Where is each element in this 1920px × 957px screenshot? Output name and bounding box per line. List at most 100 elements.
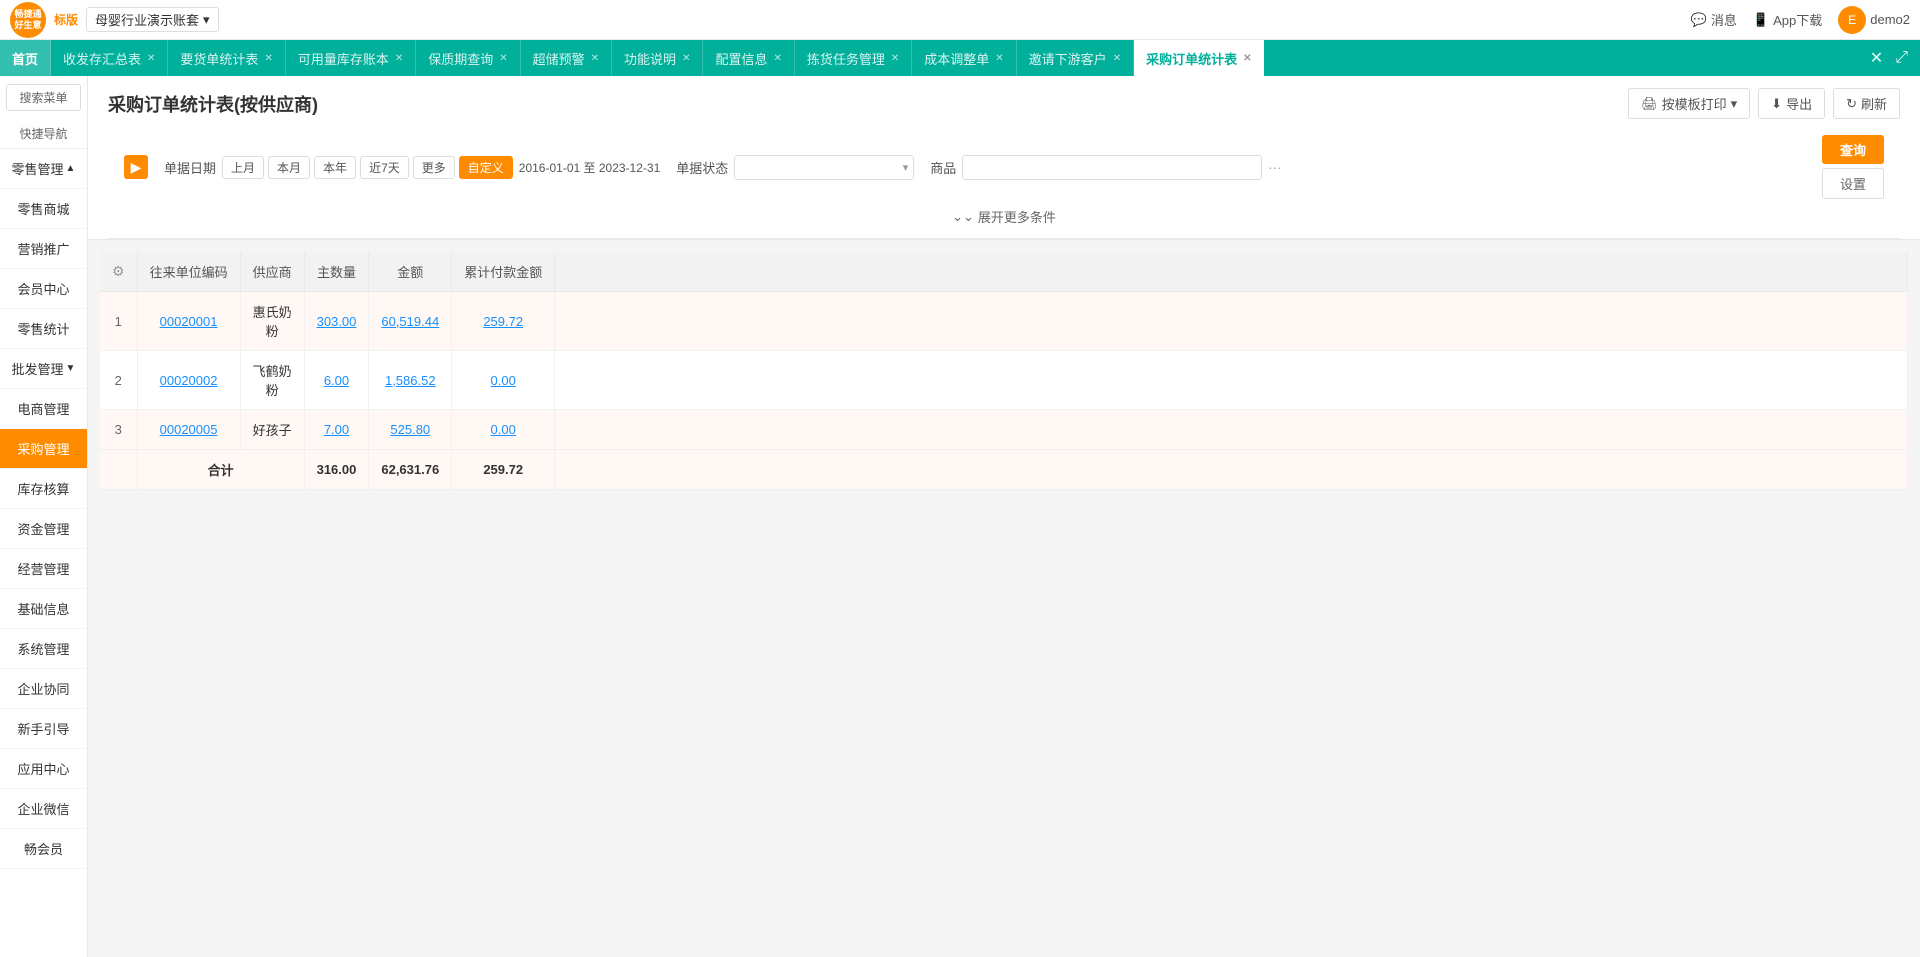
filter-date-this-year[interactable]: 本年 [314,156,356,179]
tab-config-info[interactable]: 配置信息 ✕ [703,40,794,76]
tab-home-label: 首页 [12,49,38,68]
data-table: ⚙ 往来单位编码 供应商 主数量 金额 累计付款金额 1 00020001 [100,252,1908,490]
filter-date-more[interactable]: 更多 [413,156,455,179]
sidebar-item-label: 批发管理 [12,359,64,378]
sidebar-item-ecommerce-mgmt[interactable]: 电商管理 [0,389,87,429]
row-supplier: 飞鹤奶粉 [240,351,304,410]
filter-date-custom[interactable]: 自定义 [459,156,513,179]
tab-close-icon[interactable]: ✕ [1113,53,1121,64]
sidebar-item-vip-member[interactable]: 畅会员 [0,829,87,869]
goods-input-more-icon[interactable]: ··· [1268,160,1281,175]
tab-cost-adjust[interactable]: 成本调整单 ✕ [912,40,1016,76]
column-settings-icon[interactable]: ⚙ [112,263,125,279]
tab-close-icon[interactable]: ✕ [395,53,403,64]
topbar-left: 畅捷通好生意 标版 母婴行业演示账套 ▾ [10,2,219,38]
row-amount[interactable]: 1,586.52 [369,351,452,410]
search-menu-btn[interactable]: 搜索菜单 [6,84,81,111]
tab-close-icon[interactable]: ✕ [773,53,781,64]
refresh-icon: ↻ [1846,96,1857,112]
sidebar-item-basic-info[interactable]: 基础信息 [0,589,87,629]
row-empty [555,351,1908,410]
sidebar-item-inventory-check[interactable]: 库存核算 [0,469,87,509]
sidebar-item-app-center[interactable]: 应用中心 [0,749,87,789]
sidebar-item-wholesale-mgmt[interactable]: 批发管理 ▼ [0,349,87,389]
tab-receive-send[interactable]: 收发存汇总表 ✕ [51,40,168,76]
sidebar-item-enterprise-collab[interactable]: 企业协同 [0,669,87,709]
sidebar-item-new-user-guide[interactable]: 新手引导 [0,709,87,749]
sidebar-item-retail-store[interactable]: 零售商城 [0,189,87,229]
table-footer: 合计 316.00 62,631.76 259.72 [100,450,1908,490]
tab-close-icon[interactable]: ✕ [591,53,599,64]
sidebar-item-retail-stats[interactable]: 零售统计 [0,309,87,349]
row-code[interactable]: 00020001 [137,292,240,351]
messages-btn[interactable]: 💬 消息 [1691,10,1737,29]
quick-nav-btn[interactable]: 快捷导航 [0,119,87,149]
footer-label: 合计 [137,450,304,490]
tab-func-desc[interactable]: 功能说明 ✕ [612,40,703,76]
tab-invite-downstream[interactable]: 邀请下游客户 ✕ [1017,40,1134,76]
tab-close-icon[interactable]: ✕ [995,53,1003,64]
row-amount[interactable]: 60,519.44 [369,292,452,351]
filter-status-wrapper [734,155,914,180]
tab-order-summary[interactable]: 要货单统计表 ✕ [168,40,285,76]
sidebar-item-label: 企业协同 [17,682,69,697]
row-quantity[interactable]: 303.00 [304,292,369,351]
settings-btn[interactable]: 设置 [1822,168,1884,199]
filter-expand-arrow-btn[interactable]: ▶ [124,155,148,179]
filter-status-select[interactable] [734,155,914,180]
row-code[interactable]: 00020005 [137,410,240,450]
tab-close-icon[interactable]: ✕ [147,53,155,64]
sidebar-item-sys-mgmt[interactable]: 系统管理 [0,629,87,669]
user-profile[interactable]: E demo2 [1838,6,1910,34]
table-row: 1 00020001 惠氏奶粉 303.00 60,519.44 259.72 [100,292,1908,351]
expand-more-conditions-btn[interactable]: ⌄⌄ 展开更多条件 [952,207,1056,226]
row-quantity[interactable]: 7.00 [304,410,369,450]
filter-goods-input[interactable] [962,155,1262,180]
sidebar-item-marketing[interactable]: 营销推广 [0,229,87,269]
workspace-dropdown-icon: ▾ [203,12,210,28]
template-print-btn[interactable]: 🖨 按模板打印 ▾ [1628,88,1750,119]
tab-home[interactable]: 首页 [0,40,51,76]
filter-date-last-month[interactable]: 上月 [222,156,264,179]
restore-window-btn[interactable]: ⤢ [1891,45,1912,71]
sidebar-item-enterprise-wechat[interactable]: 企业微信 [0,789,87,829]
tab-close-icon[interactable]: ✕ [682,53,690,64]
sidebar-item-retail-mgmt[interactable]: 零售管理 ▲ [0,149,87,189]
chevron-down-icon: ⌄⌄ [952,209,974,225]
close-all-tabs-btn[interactable]: ✕ [1866,44,1887,72]
footer-empty-2 [555,450,1908,490]
filter-date-this-month[interactable]: 本月 [268,156,310,179]
sidebar-item-member-center[interactable]: 会员中心 [0,269,87,309]
row-quantity[interactable]: 6.00 [304,351,369,410]
tab-overstock[interactable]: 超储预警 ✕ [521,40,612,76]
table-row: 2 00020002 飞鹤奶粉 6.00 1,586.52 0.00 [100,351,1908,410]
content-area: 采购订单统计表(按供应商) 🖨 按模板打印 ▾ ⬇ 导出 ↻ 刷新 [88,76,1920,957]
tab-close-icon[interactable]: ✕ [1243,53,1251,64]
workspace-selector[interactable]: 母婴行业演示账套 ▾ [86,7,219,32]
tab-close-icon[interactable]: ✕ [264,53,272,64]
query-btn[interactable]: 查询 [1822,135,1884,164]
export-btn[interactable]: ⬇ 导出 [1758,88,1825,119]
row-paid[interactable]: 0.00 [452,410,555,450]
row-paid[interactable]: 259.72 [452,292,555,351]
row-paid[interactable]: 0.00 [452,351,555,410]
filter-date-7days[interactable]: 近7天 [360,156,409,179]
tab-expiry-query[interactable]: 保质期查询 ✕ [416,40,520,76]
tab-close-icon[interactable]: ✕ [499,53,507,64]
app-download-btn[interactable]: 📱 App下载 [1753,10,1822,29]
refresh-btn[interactable]: ↻ 刷新 [1833,88,1900,119]
tab-close-icon[interactable]: ✕ [891,53,899,64]
row-code[interactable]: 00020002 [137,351,240,410]
sidebar-item-label: 企业微信 [17,802,69,817]
tab-purchase-summary[interactable]: 采购订单统计表 ✕ [1134,40,1264,76]
sidebar-item-purchase-mgmt[interactable]: 采购管理 [0,429,87,469]
filter-date-range: 2016-01-01 至 2023-12-31 [519,159,660,176]
table-row: 3 00020005 好孩子 7.00 525.80 0.00 [100,410,1908,450]
page-header: 采购订单统计表(按供应商) 🖨 按模板打印 ▾ ⬇ 导出 ↻ 刷新 [88,76,1920,240]
sidebar-item-finance-mgmt[interactable]: 资金管理 [0,509,87,549]
tab-available-stock[interactable]: 可用量库存账本 ✕ [286,40,416,76]
sidebar-item-ops-mgmt[interactable]: 经营管理 [0,549,87,589]
row-amount[interactable]: 525.80 [369,410,452,450]
table-header: ⚙ 往来单位编码 供应商 主数量 金额 累计付款金额 [100,252,1908,292]
tab-pick-task[interactable]: 拣货任务管理 ✕ [795,40,912,76]
